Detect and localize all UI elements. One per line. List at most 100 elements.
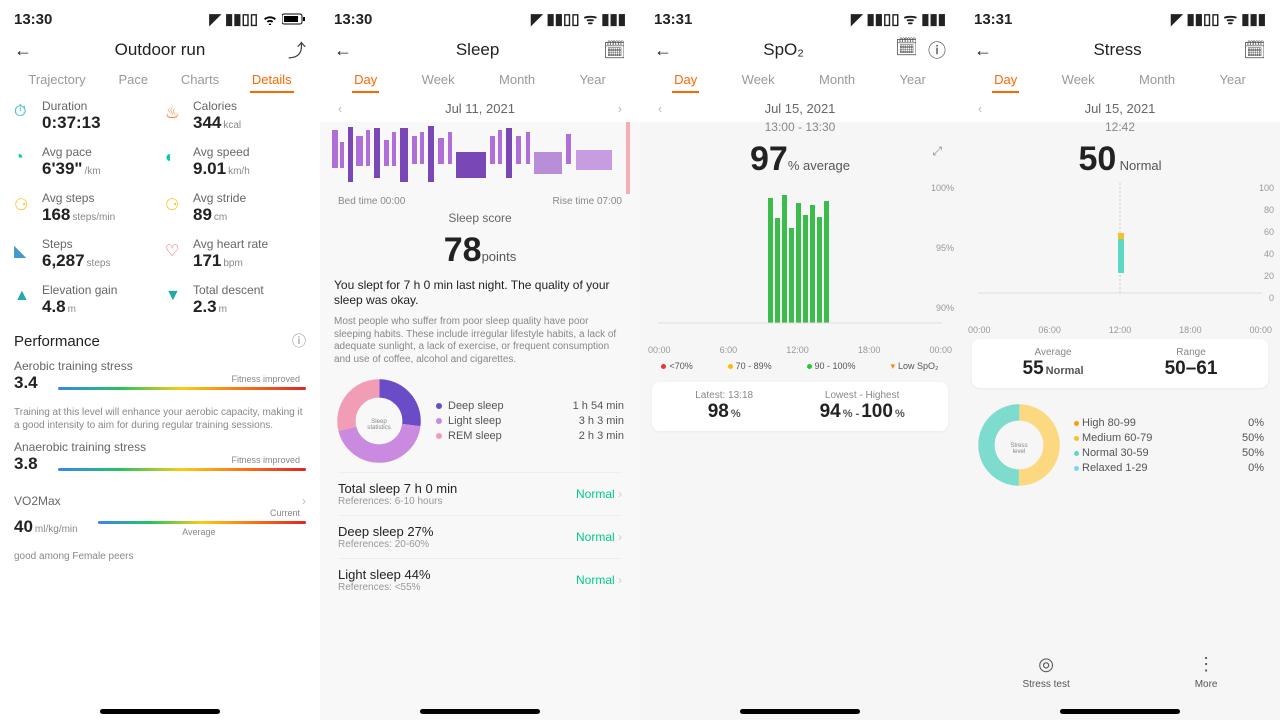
tabs: Trajectory Pace Charts Details [0, 64, 320, 95]
location-icon: ◤ [1171, 10, 1183, 28]
pane-stress: 13:31 ◤▮▮▯▯ᯤ▮▮▮ ← Stress 🗓 DayWeekMonthY… [960, 0, 1280, 720]
home-indicator[interactable] [420, 709, 540, 714]
metric-avg-stride: ⚆Avg stride89cm [165, 191, 306, 225]
battery-icon [282, 13, 306, 25]
tabs: Day Week Month Year [960, 64, 1280, 95]
back-icon[interactable]: ← [654, 40, 672, 61]
back-icon[interactable]: ← [14, 40, 32, 61]
tab-day[interactable]: Day [352, 70, 379, 93]
metric-icon: ⏱ [14, 99, 34, 133]
back-icon[interactable]: ← [334, 40, 352, 61]
info-icon[interactable]: ⓘ [292, 331, 306, 351]
metric-icon: ⚆ [14, 191, 34, 225]
metric-avg-heart-rate: ♡Avg heart rate171bpm [165, 237, 306, 271]
home-indicator[interactable] [100, 709, 220, 714]
tab-year[interactable]: Year [578, 70, 608, 93]
home-indicator[interactable] [740, 709, 860, 714]
spo2-chart[interactable]: 100% 95% 90% [640, 183, 960, 343]
metric-avg-pace: ◔Avg pace6'39"/km [14, 145, 155, 179]
x-axis-labels: 00:006:0012:0018:0000:00 [640, 343, 960, 355]
home-indicator[interactable] [1060, 709, 1180, 714]
tab-month[interactable]: Month [817, 70, 857, 93]
wifi-icon: ᯤ [904, 9, 918, 29]
signal-icon: ▮▮▯▯ [547, 10, 580, 28]
calendar-icon[interactable]: 🗓 [603, 40, 626, 61]
status-bar: 13:31 ◤▮▮▯▯ᯤ▮▮▮ [640, 0, 960, 34]
pane-sleep: 13:30 ◤▮▮▯▯ᯤ▮▮▮ ← Sleep 🗓 DayWeekMonthYe… [320, 0, 640, 720]
signal-icon: ▮▮▯▯ [867, 10, 900, 28]
back-icon[interactable]: ← [974, 40, 992, 61]
tab-week[interactable]: Week [1060, 70, 1097, 93]
share-icon[interactable]: ⤴ [288, 37, 306, 63]
sleep-breakdown-item[interactable]: Light sleep 44%References: <55%Normal › [338, 558, 622, 601]
tab-week[interactable]: Week [420, 70, 457, 93]
sleep-legend: Deep sleep1 h 54 minLight sleep3 h 3 min… [436, 397, 624, 445]
info-icon[interactable]: ⓘ [928, 37, 946, 63]
location-icon: ◤ [531, 10, 543, 28]
prev-icon[interactable]: ‹ [978, 101, 982, 116]
tab-week[interactable]: Week [740, 70, 777, 93]
more-icon: ⋮ [1197, 654, 1215, 675]
signal-icon: ▮▮▯▯ [1187, 10, 1220, 28]
metric-duration: ⏱Duration0:37:13 [14, 99, 155, 133]
wifi-icon: ᯤ [1224, 9, 1238, 29]
header: ← Sleep 🗓 [320, 34, 640, 64]
more-button[interactable]: ⋮More [1195, 654, 1218, 690]
performance-heading: Performance ⓘ [0, 321, 320, 355]
metric-calories: ♨Calories344kcal [165, 99, 306, 133]
pane-outdoor-run: 13:30 ◤ ▮▮▯▯ ← Outdoor run ⤴ Trajectory P… [0, 0, 320, 720]
sleep-breakdown-item[interactable]: Total sleep 7 h 0 minReferences: 6-10 ho… [338, 472, 622, 515]
tab-pace[interactable]: Pace [116, 70, 150, 93]
tab-trajectory[interactable]: Trajectory [26, 70, 87, 93]
status-bar: 13:30 ◤ ▮▮▯▯ [0, 0, 320, 34]
header: ← Stress 🗓 [960, 34, 1280, 64]
metric-avg-speed: ◐Avg speed9.01km/h [165, 145, 306, 179]
vo2max-block[interactable]: VO2Max› 40ml/kg/min Current Average [0, 490, 320, 547]
tab-day[interactable]: Day [672, 70, 699, 93]
sleep-breakdown-list: Total sleep 7 h 0 minReferences: 6-10 ho… [320, 472, 640, 601]
sleep-timeline-chart[interactable] [320, 122, 640, 194]
sleep-breakdown-item[interactable]: Deep sleep 27%References: 20-60%Normal › [338, 515, 622, 558]
metric-icon: ◐ [165, 145, 185, 179]
tab-year[interactable]: Year [898, 70, 928, 93]
calendar-icon[interactable]: 🗓 [1243, 40, 1266, 61]
vo2-desc: good among Female peers [0, 547, 320, 568]
tabs: Day Week Month Year [320, 64, 640, 95]
tab-month[interactable]: Month [497, 70, 537, 93]
battery-icon: ▮▮▮ [921, 10, 946, 28]
metric-steps: ◣Steps6,287steps [14, 237, 155, 271]
anaerobic-block: Anaerobic training stress 3.8 Fitness im… [0, 436, 320, 484]
stress-test-button[interactable]: ◎Stress test [1022, 654, 1069, 690]
prev-icon[interactable]: ‹ [658, 101, 662, 116]
tab-day[interactable]: Day [992, 70, 1019, 93]
metrics-grid: ⏱Duration0:37:13 ♨Calories344kcal ◔Avg pac… [0, 95, 320, 321]
metric-elevation-gain: ▲Elevation gain4.8m [14, 283, 155, 317]
tabs: Day Week Month Year [640, 64, 960, 95]
gauge-icon: ◎ [1038, 654, 1054, 675]
status-icons: ◤ ▮▮▯▯ [209, 10, 306, 28]
stress-chart[interactable]: 100 80 60 40 20 0 [960, 183, 1280, 323]
tab-month[interactable]: Month [1137, 70, 1177, 93]
page-title: Outdoor run [32, 40, 288, 60]
chevron-right-icon: › [302, 494, 306, 508]
location-icon: ◤ [851, 10, 863, 28]
stress-donut: Stress level High 80-990%Medium 60-7950%… [960, 392, 1280, 498]
tab-charts[interactable]: Charts [179, 70, 221, 93]
tab-year[interactable]: Year [1218, 70, 1248, 93]
metric-icon: ♡ [165, 237, 185, 271]
tab-details[interactable]: Details [250, 70, 294, 93]
date-picker: ‹ Jul 11, 2021 › [320, 95, 640, 122]
calendar-icon[interactable]: 🗓 [895, 37, 918, 63]
metric-icon: ♨ [165, 99, 185, 133]
pane-spo2: 13:31 ◤▮▮▯▯ᯤ▮▮▮ ← SpO₂ 🗓ⓘ DayWeekMonthYe… [640, 0, 960, 720]
header: ← Outdoor run ⤴ [0, 34, 320, 64]
expand-icon[interactable]: ⤢ [932, 144, 942, 159]
x-axis-labels: 00:0006:0012:0018:0000:00 [960, 323, 1280, 335]
location-icon: ◤ [209, 10, 221, 28]
svg-text:level: level [1013, 448, 1026, 455]
prev-icon[interactable]: ‹ [338, 101, 342, 116]
wifi-icon: ᯤ [584, 9, 598, 29]
next-icon[interactable]: › [618, 101, 622, 116]
anaerobic-bar [58, 468, 306, 471]
metric-icon: ⚆ [165, 191, 185, 225]
